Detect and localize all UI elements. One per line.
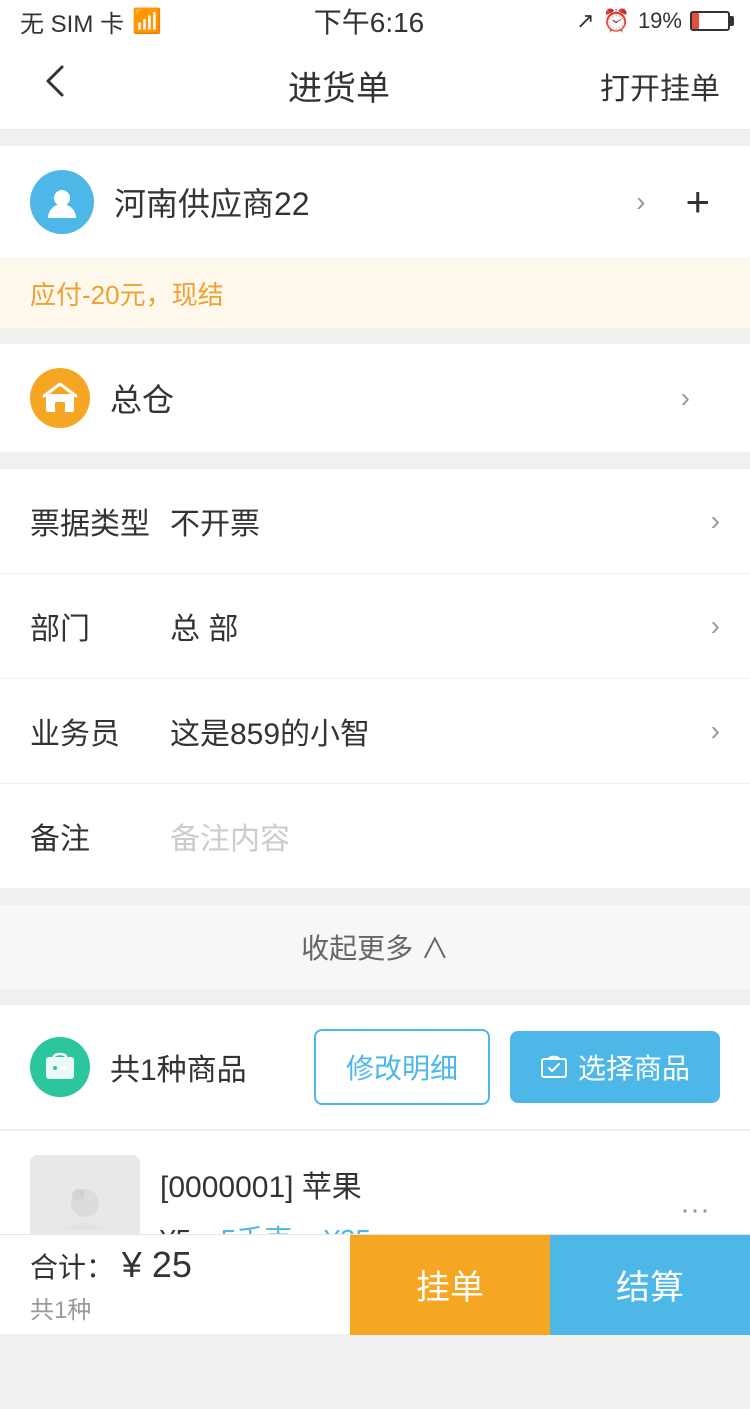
location-icon: ↗ <box>576 8 594 34</box>
total-row: 合计： ¥ 25 <box>30 1244 320 1286</box>
alarm-icon: ⏰ <box>603 8 630 34</box>
status-left: 无 SIM 卡 📶 <box>20 4 162 39</box>
battery-percent: 19% <box>638 8 682 34</box>
sales-row[interactable]: 业务员 这是859的小智 › <box>0 679 750 784</box>
invoice-value: 不开票 <box>170 499 711 543</box>
supplier-chevron-icon: › <box>636 186 645 218</box>
battery-icon <box>690 11 730 31</box>
dept-chevron-icon: › <box>711 610 720 642</box>
invoice-row[interactable]: 票据类型 不开票 › <box>0 469 750 574</box>
total-sub: 共1种 <box>30 1290 320 1325</box>
total-section: 合计： ¥ 25 共1种 <box>0 1244 350 1325</box>
status-bar: 无 SIM 卡 📶 下午6:16 ↗ ⏰ 19% <box>0 0 750 42</box>
total-amount: ¥ 25 <box>122 1244 192 1285</box>
product-header: 共1种商品 修改明细 选择商品 <box>0 1005 750 1129</box>
sales-label: 业务员 <box>30 709 170 753</box>
select-product-label: 选择商品 <box>578 1047 690 1087</box>
remark-label: 备注 <box>30 814 170 858</box>
nav-bar: 进货单 打开挂单 <box>0 42 750 130</box>
status-time: 下午6:16 <box>314 1 425 41</box>
add-supplier-button[interactable]: + <box>675 178 720 226</box>
product-title: 苹果 <box>302 1171 362 1204</box>
remark-input[interactable]: 备注内容 <box>170 814 720 858</box>
open-pending-button[interactable]: 打开挂单 <box>600 64 720 108</box>
checkout-button[interactable]: 结算 <box>550 1235 750 1335</box>
supplier-section: 河南供应商22 › + 应付-20元，现结 <box>0 146 750 328</box>
sales-value: 这是859的小智 <box>170 709 711 753</box>
product-count: 共1种商品 <box>110 1045 294 1089</box>
warehouse-name: 总仓 <box>110 375 681 421</box>
edit-detail-button[interactable]: 修改明细 <box>314 1029 490 1105</box>
sales-chevron-icon: › <box>711 715 720 747</box>
wifi-icon: 📶 <box>132 7 162 36</box>
product-name: [0000001] 苹果 <box>160 1162 650 1206</box>
supplier-row[interactable]: 河南供应商22 › + <box>0 146 750 259</box>
more-options-button[interactable]: ··· <box>670 1183 720 1237</box>
warehouse-chevron-icon: › <box>681 382 690 414</box>
invoice-label: 票据类型 <box>30 499 170 543</box>
notice-bar: 应付-20元，现结 <box>0 259 750 328</box>
remark-row[interactable]: 备注 备注内容 <box>0 784 750 889</box>
supplier-name: 河南供应商22 <box>114 179 636 225</box>
invoice-chevron-icon: › <box>711 505 720 537</box>
hang-button[interactable]: 挂单 <box>350 1235 550 1335</box>
carrier-text: 无 SIM 卡 <box>20 4 124 39</box>
warehouse-section[interactable]: 总仓 › <box>0 344 750 453</box>
supplier-avatar <box>30 170 94 234</box>
select-product-button[interactable]: 选择商品 <box>510 1031 720 1103</box>
bottom-bar: 合计： ¥ 25 共1种 挂单 结算 <box>0 1234 750 1334</box>
page-title: 进货单 <box>288 61 390 110</box>
back-button[interactable] <box>30 49 78 122</box>
collapse-bar[interactable]: 收起更多 ∧ <box>0 905 750 989</box>
form-section: 票据类型 不开票 › 部门 总 部 › 业务员 这是859的小智 › 备注 备注… <box>0 469 750 889</box>
dept-row[interactable]: 部门 总 部 › <box>0 574 750 679</box>
dept-value: 总 部 <box>170 604 711 648</box>
product-icon <box>30 1037 90 1097</box>
warehouse-icon <box>30 368 90 428</box>
dept-label: 部门 <box>30 604 170 648</box>
status-right: ↗ ⏰ 19% <box>576 8 730 34</box>
product-code: [0000001] <box>160 1171 293 1204</box>
total-label: 合计： <box>30 1252 114 1283</box>
